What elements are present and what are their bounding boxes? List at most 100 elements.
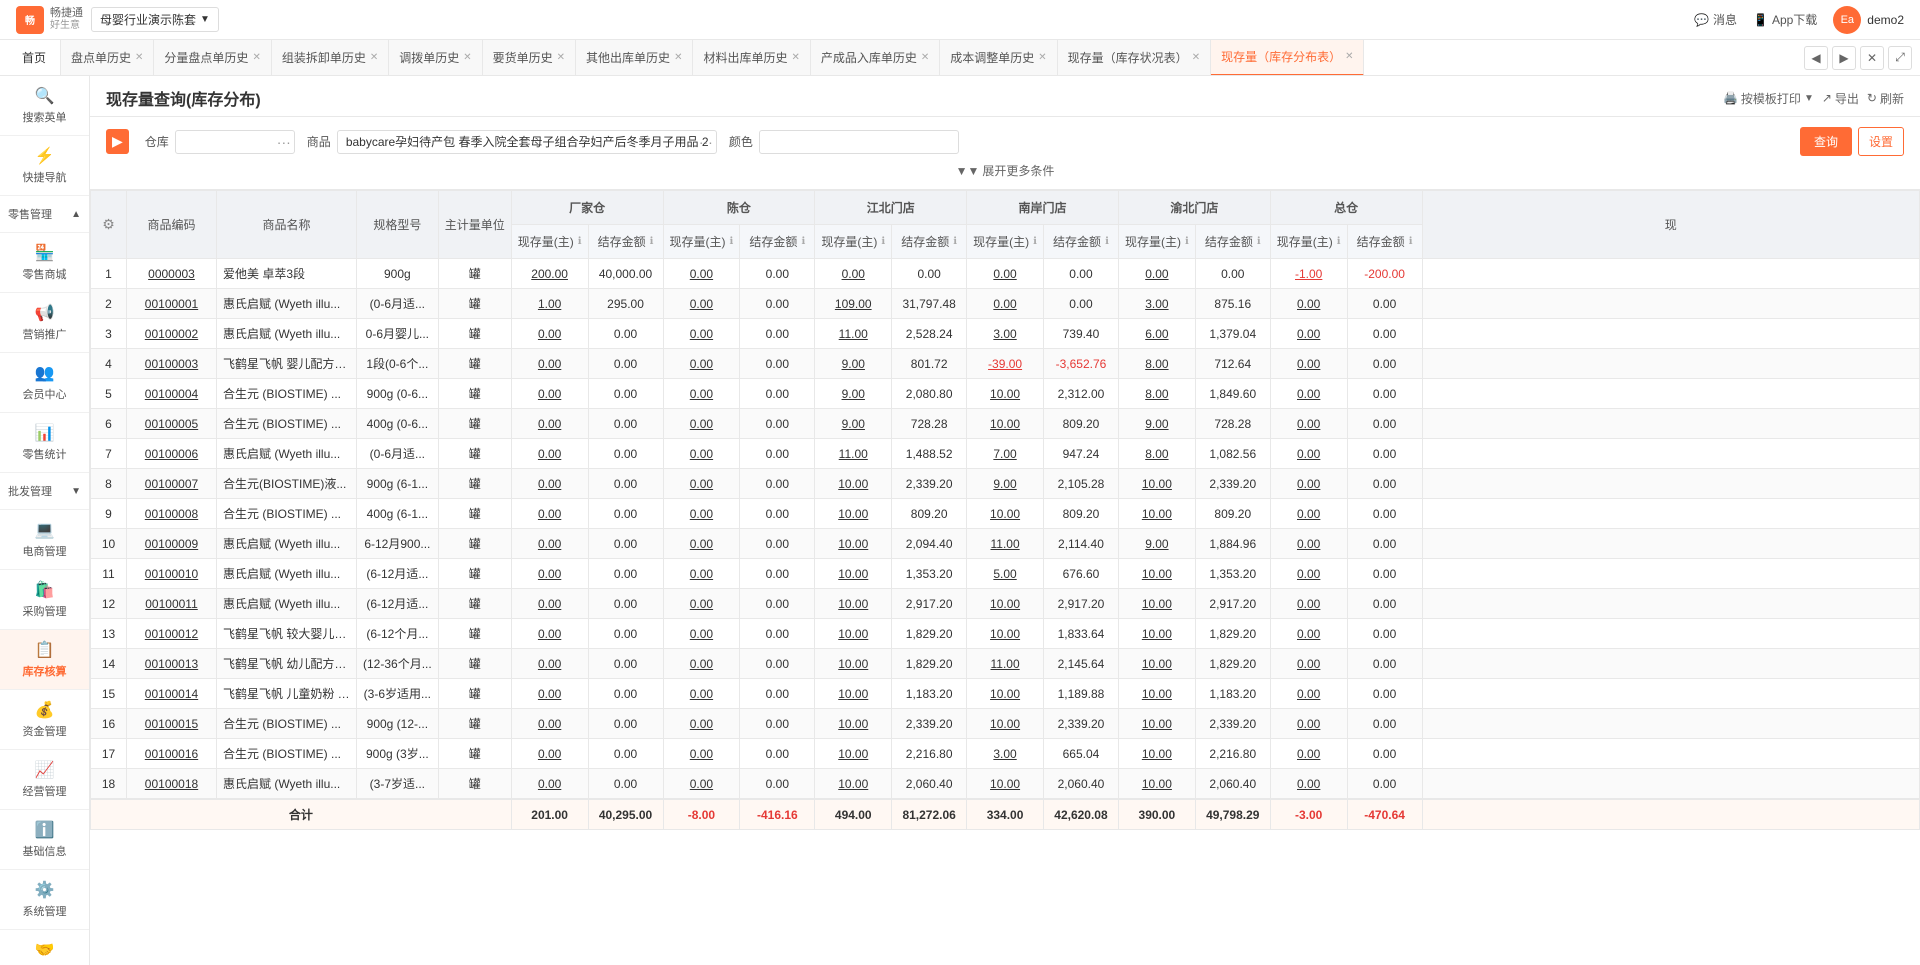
color-input[interactable] [759,130,959,154]
sidebar-item-search[interactable]: 🔍 搜索英单 [0,76,89,136]
tab-close-icon[interactable]: ✕ [252,52,260,63]
cell-factory-current: 0.00 [511,319,588,349]
sidebar-item-ops[interactable]: 📈 经营管理 [0,750,89,810]
table-row: 5 00100004 合生元 (BIOSTIME) ... 900g (0-6.… [91,379,1920,409]
tab-close-icon[interactable]: ✕ [135,52,143,63]
table-container[interactable]: ⚙ 商品编码 商品名称 规格型号 主计量单位 [90,190,1920,965]
expand-icon[interactable]: ▶ [106,129,129,154]
sidebar-item-retail-stats[interactable]: 📊 零售统计 [0,413,89,473]
export-btn[interactable]: ↗ 导出 [1822,90,1859,107]
expand-toggle[interactable]: ▶ [106,129,129,154]
sidebar-item-finance[interactable]: 💰 资金管理 [0,690,89,750]
print-btn[interactable]: 🖨️ 按模板打印 ▼ [1723,90,1814,107]
cell-index: 13 [91,619,127,649]
avatar: Ea [1833,6,1861,34]
sidebar-item-wholesale[interactable]: 批发管理 ▼ [0,473,89,510]
tab-close-icon[interactable]: ✕ [1038,52,1046,63]
tab-item-flpd[interactable]: 分量盘点单历史 ✕ [154,40,271,76]
tab-close-icon[interactable]: ✕ [463,52,471,63]
cell-chenhe-current: 0.00 [663,259,740,289]
tab-item-dibo[interactable]: 调拨单历史 ✕ [389,40,482,76]
tab-close-icon[interactable]: ✕ [791,52,799,63]
info-icon[interactable]: ℹ [1105,236,1109,247]
cell-yuebei-amount: 1,829.20 [1195,649,1270,679]
industry-selector[interactable]: 母婴行业演示陈套 ▼ [91,7,219,32]
sidebar-item-quicknav[interactable]: ⚡ 快捷导航 [0,136,89,196]
sidebar-item-system[interactable]: ⚙️ 系统管理 [0,870,89,930]
sidebar-item-retail-mgmt[interactable]: 零售管理 ▲ [0,196,89,233]
dots-icon-goods[interactable]: ··· [699,134,713,150]
tab-item-ccrk[interactable]: 产成品入库单历史 ✕ [811,40,940,76]
cell-total-current: 0.00 [1270,709,1347,739]
cell-chenhe-current: 0.00 [663,289,740,319]
cell-index: 17 [91,739,127,769]
app-download-btn[interactable]: 📱 App下载 [1753,11,1817,28]
sidebar-item-inventory[interactable]: 📋 库存核算 [0,630,89,690]
tab-close-icon[interactable]: ✕ [557,52,565,63]
sidebar-item-enterprise[interactable]: 🤝 企业协同 [0,930,89,965]
tab-item-pdsingle[interactable]: 盘点单历史 ✕ [61,40,154,76]
cell-index: 16 [91,709,127,739]
tab-home[interactable]: 首页 [8,40,61,76]
sidebar-item-marketing[interactable]: 📢 营销推广 [0,293,89,353]
sidebar-item-retail-mall[interactable]: 🏪 零售商城 [0,233,89,293]
tab-item-xclkfb[interactable]: 现存量（库存分布表） ✕ [1211,40,1364,76]
tab-close-icon[interactable]: ✕ [921,52,929,63]
th-settings[interactable]: ⚙ [91,191,127,259]
info-icon[interactable]: ℹ [801,236,805,247]
settings-icon[interactable]: ⚙ [102,216,115,232]
sidebar-item-ecommerce[interactable]: 💻 电商管理 [0,510,89,570]
sidebar-item-purchase[interactable]: 🛍️ 采购管理 [0,570,89,630]
info-icon[interactable]: ℹ [881,236,885,247]
cell-yuebei-current: 10.00 [1118,619,1195,649]
info-icon[interactable]: ℹ [1409,236,1413,247]
table-body: 1 0000003 爱他美 卓萃3段 900g 罐 200.00 40,000.… [91,259,1920,830]
expand-more[interactable]: ▼▼ 展开更多条件 [106,162,1904,179]
cell-yuebei-amount: 875.16 [1195,289,1270,319]
table-row: 11 00100010 惠氏启赋 (Wyeth illu... (6-12月适.… [91,559,1920,589]
tab-close-icon[interactable]: ✕ [370,52,378,63]
info-icon[interactable]: ℹ [578,236,582,247]
tab-close-all-btn[interactable]: ✕ [1860,46,1884,70]
info-icon[interactable]: ℹ [730,236,734,247]
tab-item-yhd[interactable]: 要货单历史 ✕ [483,40,576,76]
tab-item-zzcc[interactable]: 组装拆卸单历史 ✕ [272,40,389,76]
cell-jiangbei-current: 9.00 [815,409,892,439]
tab-next-btn[interactable]: ▶ [1832,46,1856,70]
sidebar-item-members[interactable]: 👥 会员中心 [0,353,89,413]
cell-name: 惠氏启赋 (Wyeth illu... [217,529,357,559]
info-icon[interactable]: ℹ [1033,236,1037,247]
info-icon[interactable]: ℹ [1185,236,1189,247]
cell-jiangbei-amount: 801.72 [892,349,967,379]
cell-index: 15 [91,679,127,709]
message-btn[interactable]: 💬 消息 [1694,11,1737,28]
tab-item-cbtz[interactable]: 成本调整单历史 ✕ [940,40,1057,76]
inventory-table: ⚙ 商品编码 商品名称 规格型号 主计量单位 [90,190,1920,830]
tab-item-qtck[interactable]: 其他出库单历史 ✕ [576,40,693,76]
info-icon[interactable]: ℹ [1257,236,1261,247]
info-icon[interactable]: ℹ [650,236,654,247]
goods-input[interactable] [337,130,717,154]
info-icon[interactable]: ℹ [953,236,957,247]
cell-total-amount: 0.00 [1347,289,1422,319]
tab-item-clck[interactable]: 材料出库单历史 ✕ [693,40,810,76]
cell-yuebei-amount: 2,060.40 [1195,769,1270,800]
user-area[interactable]: Ea demo2 [1833,6,1904,34]
settings-btn[interactable]: 设置 [1858,127,1904,156]
cell-nanan-amount: 947.24 [1043,439,1118,469]
tab-item-xclkcq[interactable]: 现存量（库存状况表） ✕ [1058,40,1211,76]
cell-yuebei-amount: 1,183.20 [1195,679,1270,709]
tab-close-icon[interactable]: ✕ [674,52,682,63]
tab-close-icon[interactable]: ✕ [1192,52,1200,63]
tab-expand-btn[interactable]: ⤢ [1888,46,1912,70]
sidebar-item-basic-info[interactable]: ℹ️ 基础信息 [0,810,89,870]
info-icon[interactable]: ℹ [1337,236,1341,247]
query-btn[interactable]: 查询 [1800,127,1852,156]
tab-close-icon[interactable]: ✕ [1345,51,1353,62]
tab-prev-btn[interactable]: ◀ [1804,46,1828,70]
refresh-btn[interactable]: ↻ 刷新 [1867,90,1904,107]
expand-more-btn[interactable]: ▼▼ 展开更多条件 [956,162,1055,179]
top-bar-left: 畅 畅捷通 好生意 母婴行业演示陈套 ▼ [16,6,219,34]
cell-jiangbei-amount: 1,183.20 [892,679,967,709]
dots-icon[interactable]: ··· [277,134,291,150]
